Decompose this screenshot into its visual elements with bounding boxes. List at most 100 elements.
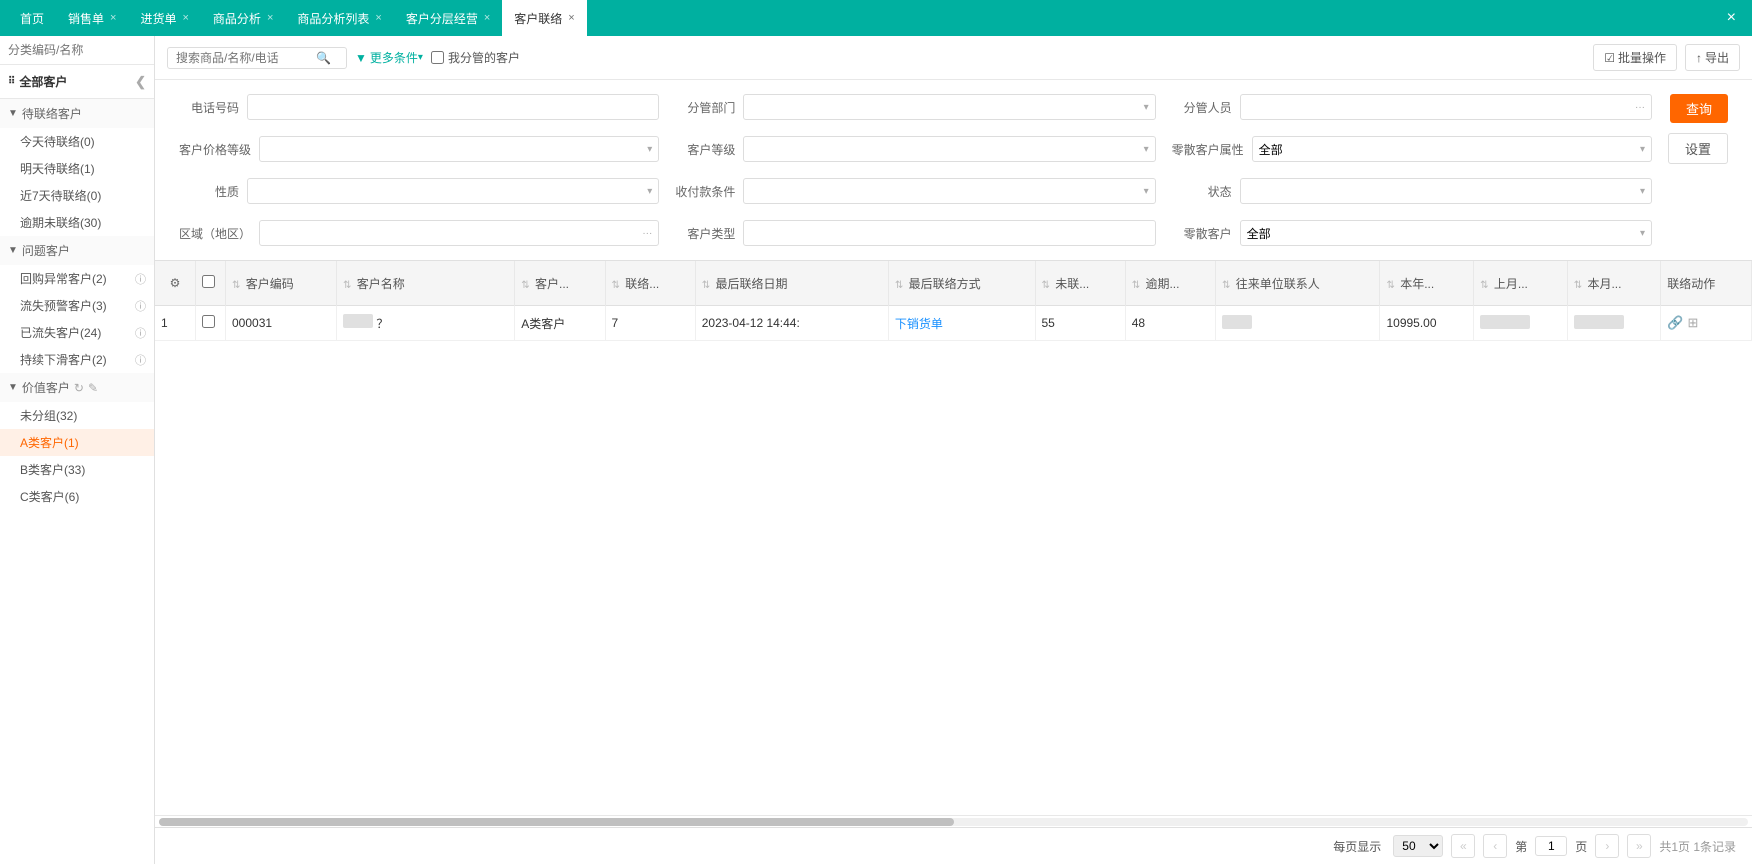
section-pending-contact[interactable]: ▼ 待联络客户 (0, 99, 154, 128)
triangle-down-icon-3: ▼ (8, 382, 18, 393)
setting-button[interactable]: 设置 (1668, 133, 1728, 164)
customer-level-select[interactable]: ▾ (743, 136, 1155, 162)
person-label: 分管人员 (1172, 99, 1232, 116)
action-link-icon[interactable]: 🔗 (1667, 315, 1683, 331)
nav-customer-contact[interactable]: 客户联络 × (502, 0, 586, 36)
filter-cell-retail: 零散客户 全部 ▾ (1164, 216, 1660, 250)
sidebar-collapse-icon[interactable]: ❮ (135, 74, 146, 90)
close-all-button[interactable]: × (1719, 9, 1744, 27)
row-last-contact-method: 下销货单 (888, 306, 1035, 341)
filter-row-1: 电话号码 分管部门 ▾ 分管人员 (171, 90, 1660, 124)
export-button[interactable]: ↑ 导出 (1685, 44, 1740, 71)
filter-cell-region: 区域（地区） ··· (171, 216, 667, 250)
filter-cell-customer-level: 客户等级 ▾ (667, 132, 1163, 166)
nav-home[interactable]: 首页 (8, 0, 56, 36)
name-blurred-tag (343, 314, 373, 328)
sidebar-item-7days[interactable]: 近7天待联络(0) (0, 182, 154, 209)
col-last-month: ⇅ 上月... (1474, 261, 1568, 306)
close-product-analysis-list-icon[interactable]: × (375, 12, 381, 24)
my-customer-checkbox-container[interactable]: 我分管的客户 (431, 49, 520, 66)
sidebar-item-today[interactable]: 今天待联络(0) (0, 128, 154, 155)
last-page-button[interactable]: » (1627, 834, 1651, 858)
row-code: 000031 (226, 306, 337, 341)
col-overdue: ⇅ 逾期... (1125, 261, 1215, 306)
sort-icon-type: ⇅ (521, 280, 529, 291)
my-customer-checkbox[interactable] (431, 51, 444, 64)
contact-method-link[interactable]: 下销货单 (895, 317, 943, 331)
sidebar-search-input[interactable] (8, 43, 155, 57)
close-customer-segment-icon[interactable]: × (484, 12, 490, 24)
sort-icon-year: ⇅ (1386, 280, 1394, 291)
edit-icon[interactable]: ✎ (88, 381, 98, 395)
customer-table: ⚙ ⇅ 客户编码 ⇅ 客户名称 (155, 261, 1752, 341)
sidebar-item-overdue[interactable]: 逾期未联络(30) (0, 209, 154, 236)
retail-down-icon: ▾ (1640, 228, 1645, 239)
page-input[interactable] (1535, 836, 1567, 856)
main-layout: 🔍 ⠿ 全部客户 ❮ ▼ 待联络客户 今天待联络(0) 明天待联络(1) 近7天… (0, 36, 1752, 864)
refresh-icon[interactable]: ↻ (74, 381, 84, 395)
nav-product-analysis[interactable]: 商品分析 × (201, 0, 285, 36)
section-value-customers[interactable]: ▼ 价值客户 ↻ ✎ (0, 373, 154, 402)
close-sales-icon[interactable]: × (110, 12, 116, 24)
action-grid-icon[interactable]: ⊞ (1687, 315, 1698, 331)
pagination-bar: 每页显示 50 100 200 « ‹ 第 页 › » 共1页 1条记录 (155, 827, 1752, 864)
dept-select[interactable]: ▾ (743, 94, 1155, 120)
per-page-select[interactable]: 50 100 200 (1393, 835, 1443, 857)
retail-select[interactable]: 全部 ▾ (1240, 220, 1652, 246)
col-last-contact-method: ⇅ 最后联络方式 (888, 261, 1035, 306)
region-select[interactable]: ··· (259, 220, 659, 246)
close-product-analysis-icon[interactable]: × (267, 12, 273, 24)
nav-purchase[interactable]: 进货单 × (128, 0, 200, 36)
sidebar-item-a-class[interactable]: A类客户(1) (0, 429, 154, 456)
nav-product-analysis-list[interactable]: 商品分析列表 × (285, 0, 393, 36)
select-all-checkbox[interactable] (202, 275, 215, 288)
filter-cell-retail-attr: 零散客户属性 全部 ▾ (1164, 132, 1660, 166)
sidebar-item-unclassified[interactable]: 未分组(32) (0, 402, 154, 429)
sidebar-item-repurchase-abnormal[interactable]: 回购异常客户(2) ⓘ (0, 265, 154, 292)
scrollbar-thumb[interactable] (159, 818, 954, 826)
status-select[interactable]: ▾ (1240, 178, 1652, 204)
sidebar-item-churned[interactable]: 已流失客户(24) ⓘ (0, 319, 154, 346)
retail-attr-select[interactable]: 全部 ▾ (1252, 136, 1652, 162)
table-settings-icon[interactable]: ⚙ (161, 269, 189, 297)
more-filter-button[interactable]: ▼ 更多条件 ▾ (355, 49, 423, 66)
payment-select[interactable]: ▾ (743, 178, 1155, 204)
sidebar-item-churn-warning[interactable]: 流失预警客户(3) ⓘ (0, 292, 154, 319)
retail-attr-down-icon: ▾ (1640, 144, 1645, 155)
sidebar-item-b-class[interactable]: B类客户(33) (0, 456, 154, 483)
person-select[interactable]: ··· (1240, 94, 1652, 120)
contact-person-blurred (1222, 315, 1252, 329)
filter-cell-dept: 分管部门 ▾ (667, 90, 1163, 124)
next-page-button[interactable]: › (1595, 834, 1619, 858)
nav-sales[interactable]: 销售单 × (56, 0, 128, 36)
row-customer-type: A类客户 (515, 306, 605, 341)
filter-actions: ☑ 批量操作 ↑ 导出 (1593, 44, 1740, 71)
price-level-select[interactable]: ▾ (259, 136, 659, 162)
nature-select[interactable]: ▾ (247, 178, 659, 204)
sort-icon-code: ⇅ (232, 280, 240, 291)
close-customer-contact-icon[interactable]: × (568, 12, 574, 24)
filter-search-input[interactable] (176, 51, 316, 65)
col-contact-person: ⇅ 往来单位联系人 (1215, 261, 1380, 306)
row-select-checkbox[interactable] (202, 315, 215, 328)
col-not-contacted: ⇅ 未联... (1035, 261, 1125, 306)
sidebar-item-declining[interactable]: 持续下滑客户(2) ⓘ (0, 346, 154, 373)
customer-type-select[interactable] (743, 220, 1155, 246)
batch-op-button[interactable]: ☑ 批量操作 (1593, 44, 1677, 71)
prev-page-button[interactable]: ‹ (1483, 834, 1507, 858)
filter-row-4: 区域（地区） ··· 客户类型 (171, 216, 1660, 250)
first-page-button[interactable]: « (1451, 834, 1475, 858)
info-icon-4: ⓘ (135, 352, 146, 368)
nav-customer-segment[interactable]: 客户分层经营 × (394, 0, 502, 36)
filter-search-icon[interactable]: 🔍 (316, 51, 331, 65)
phone-input[interactable] (247, 94, 659, 120)
close-purchase-icon[interactable]: × (182, 12, 188, 24)
section-problem-customers[interactable]: ▼ 问题客户 (0, 236, 154, 265)
advanced-filter-panel: 电话号码 分管部门 ▾ 分管人员 (155, 80, 1752, 261)
action-icons-container: 🔗 ⊞ (1667, 315, 1745, 331)
sidebar-item-tomorrow[interactable]: 明天待联络(1) (0, 155, 154, 182)
query-button[interactable]: 查询 (1670, 94, 1728, 123)
sidebar-item-c-class[interactable]: C类客户(6) (0, 483, 154, 510)
sort-icon-name: ⇅ (343, 280, 351, 291)
filter-icon: ▼ (355, 51, 367, 65)
